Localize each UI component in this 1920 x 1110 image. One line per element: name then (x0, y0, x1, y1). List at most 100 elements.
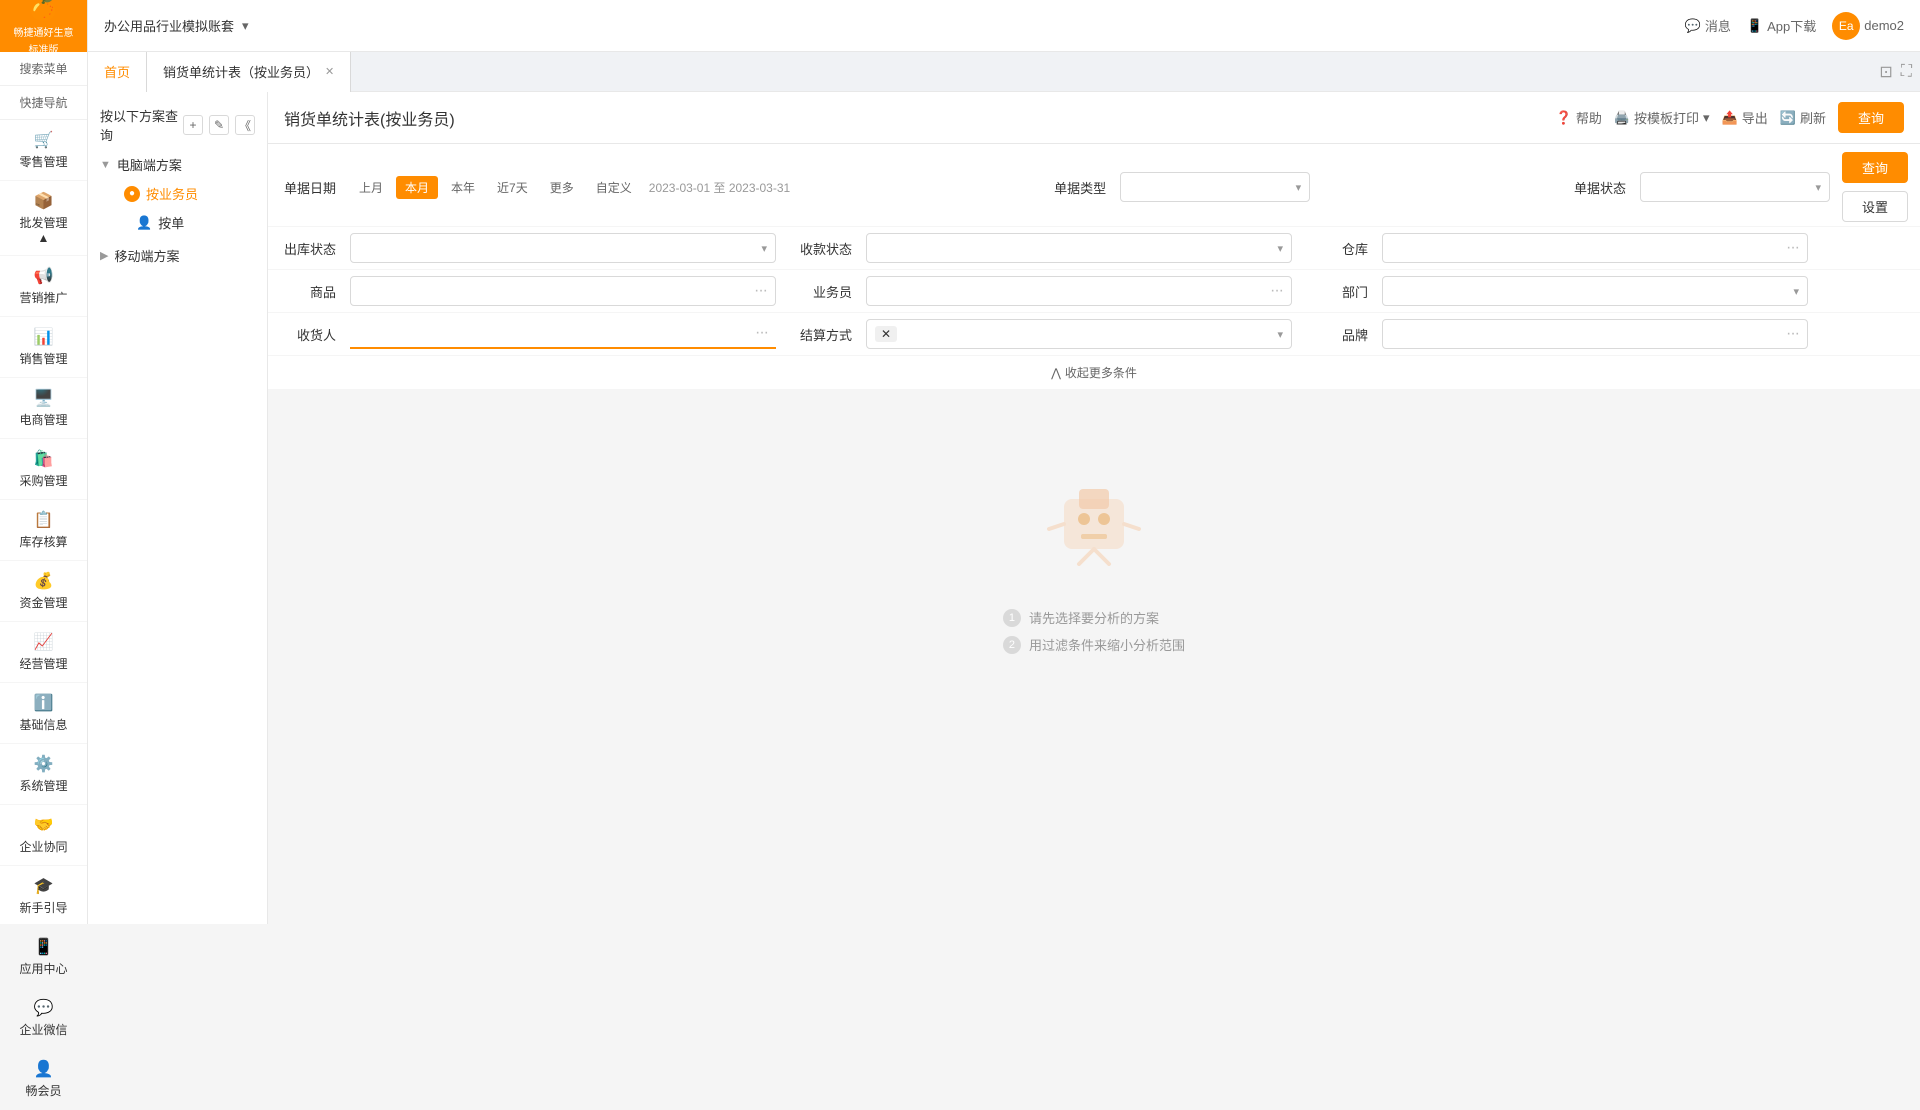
department-input[interactable]: ▾ (1382, 276, 1808, 306)
refresh-btn[interactable]: 🔄 刷新 (1780, 108, 1826, 127)
tabbar: 首页 销货单统计表（按业务员） ✕ ⊡ ⛶ (88, 52, 1920, 92)
sidebar-item-operations[interactable]: 📈 经营管理 (0, 622, 87, 683)
topbar-right: 💬 消息 📱 App下载 Ea demo2 (1685, 12, 1904, 40)
goods-input[interactable]: ··· (350, 276, 776, 306)
salesperson-input[interactable]: ··· (866, 276, 1292, 306)
tab-fullscreen-icon[interactable]: ⛶ (1901, 63, 1912, 81)
newguide-icon: 🎓 (34, 876, 54, 896)
sidebar-item-marketing[interactable]: 📢 营销推广 (0, 256, 87, 317)
tree-mobile-group[interactable]: ▶ 移动端方案 (88, 241, 267, 270)
settlement-tag-x-btn[interactable]: ✕ (881, 327, 891, 341)
settings-button[interactable]: 设置 (1842, 191, 1908, 222)
download-icon: 📱 (1747, 18, 1763, 34)
edit-scheme-btn[interactable]: ✎ (209, 115, 229, 135)
page-title-row: 销货单统计表(按业务员) ❓ 帮助 🖨️ 按模板打印 ▾ 📤 (284, 102, 1904, 133)
stock-status-label: 出库状态 (280, 239, 344, 258)
date-filter: 上月 本月 本年 近7天 更多 自定义 2023-03-01 至 2023-03… (350, 176, 790, 199)
tab-home[interactable]: 首页 (88, 52, 147, 92)
date-last7days[interactable]: 近7天 (488, 176, 537, 199)
template-print-btn[interactable]: 🖨️ 按模板打印 ▾ (1614, 108, 1710, 127)
sidebar-item-finance[interactable]: 💰 资金管理 (0, 561, 87, 622)
receipt-status-chevron: ▾ (1277, 242, 1283, 255)
query-button-right[interactable]: 查询 (1842, 152, 1908, 183)
warehouse-label: 仓库 (1312, 239, 1376, 258)
left-panel-title: 按以下方案查询 + ✎ 《 (88, 100, 267, 150)
sidebar-item-member[interactable]: 👤 畅会员 (0, 1049, 87, 1110)
sidebar-item-ecommerce[interactable]: 🖥️ 电商管理 (0, 378, 87, 439)
collapse-btn[interactable]: ⋀ 收起更多条件 (1051, 364, 1137, 381)
sidebar-item-wholesale[interactable]: 📦 批发管理 ▲ (0, 181, 87, 256)
collapse-panel-btn[interactable]: 《 (235, 115, 255, 135)
sidebar-item-inventory[interactable]: 📋 库存核算 (0, 500, 87, 561)
receiver-ellipsis: ··· (755, 324, 768, 342)
stock-status-chevron: ▾ (761, 242, 767, 255)
active-scheme-icon: ● (124, 186, 140, 202)
doc-type-input[interactable]: ▾ (1120, 172, 1310, 202)
sidebar-item-retail[interactable]: 🛒 零售管理 (0, 120, 87, 181)
topbar-dropdown[interactable]: ▾ (242, 18, 249, 34)
sidebar-item-wxwork[interactable]: 💬 企业微信 (0, 988, 87, 1049)
stock-status-input[interactable]: ▾ (350, 233, 776, 263)
empty-tip-2: 2 用过滤条件来缩小分析范围 (1003, 635, 1185, 654)
user-avatar[interactable]: Ea demo2 (1832, 12, 1904, 40)
doc-status-label: 单据状态 (1570, 178, 1634, 197)
sidebar-item-purchase[interactable]: 🛍️ 采购管理 (0, 439, 87, 500)
print-icon: 🖨️ (1614, 110, 1630, 126)
appcenter-icon: 📱 (34, 937, 54, 957)
brand-input[interactable]: ··· (1382, 319, 1808, 349)
date-this-month[interactable]: 本月 (396, 176, 438, 199)
doc-type-chevron: ▾ (1296, 181, 1302, 194)
sidebar-item-basic-info[interactable]: ℹ️ 基础信息 (0, 683, 87, 744)
tree-desktop-group[interactable]: ▼ 电脑端方案 (88, 150, 267, 179)
basic-info-icon: ℹ️ (34, 693, 54, 713)
sidebar-item-enterprise[interactable]: 🤝 企业协同 (0, 805, 87, 866)
date-range: 2023-03-01 至 2023-03-31 (649, 179, 790, 196)
sidebar-item-appcenter[interactable]: 📱 应用中心 (0, 927, 87, 988)
tab-close-icon[interactable]: ✕ (325, 65, 334, 78)
receipt-status-input[interactable]: ▾ (866, 233, 1292, 263)
tree-item-salesperson[interactable]: ● 按业务员 (88, 179, 267, 208)
sidebar: 🍊 畅捷通好生意 标准版 搜索菜单 快捷导航 🛒 零售管理 📦 批发管理 ▲ 📢… (0, 0, 88, 924)
settlement-input[interactable]: ✕ ▾ (866, 319, 1292, 349)
add-scheme-btn[interactable]: + (183, 115, 203, 135)
content: 按以下方案查询 + ✎ 《 ▼ 电脑端方案 ● 按业务员 👤 按单 (88, 92, 1920, 924)
query-button[interactable]: 查询 (1838, 102, 1904, 133)
date-custom[interactable]: 自定义 (587, 176, 641, 199)
receiver-input[interactable]: ··· (350, 319, 776, 349)
tree-item-byorder[interactable]: 👤 按单 (88, 208, 267, 237)
goods-ellipsis: ··· (754, 282, 767, 300)
operations-icon: 📈 (34, 632, 54, 652)
date-more[interactable]: 更多 (541, 176, 583, 199)
salesperson-label: 业务员 (796, 282, 860, 301)
wholesale-icon: 📦 (34, 191, 54, 211)
empty-tip-1: 1 请先选择要分析的方案 (1003, 608, 1185, 627)
finance-icon: 💰 (34, 571, 54, 591)
sidebar-item-newguide[interactable]: 🎓 新手引导 (0, 866, 87, 927)
marketing-icon: 📢 (34, 266, 54, 286)
sidebar-item-system[interactable]: ⚙️ 系统管理 (0, 744, 87, 805)
help-btn[interactable]: ❓ 帮助 (1556, 108, 1602, 127)
sidebar-logo[interactable]: 🍊 畅捷通好生意 标准版 (0, 0, 87, 52)
topbar-left: 办公用品行业模拟账套 ▾ (104, 16, 249, 35)
app-download-btn[interactable]: 📱 App下载 (1747, 16, 1816, 35)
help-icon: ❓ (1556, 110, 1572, 126)
wxwork-icon: 💬 (34, 998, 54, 1018)
sidebar-item-sales[interactable]: 📊 销售管理 (0, 317, 87, 378)
date-last-month[interactable]: 上月 (350, 176, 392, 199)
warehouse-input[interactable]: ··· (1382, 233, 1808, 263)
tab-restore-icon[interactable]: ⊡ (1879, 62, 1892, 82)
collapse-row: ⋀ 收起更多条件 (268, 356, 1920, 389)
message-btn[interactable]: 💬 消息 (1685, 16, 1731, 35)
date-this-year[interactable]: 本年 (442, 176, 484, 199)
doc-status-input[interactable]: ▾ (1640, 172, 1830, 202)
sidebar-search[interactable]: 搜索菜单 (0, 52, 87, 86)
refresh-icon: 🔄 (1780, 110, 1796, 126)
settlement-chevron: ▾ (1277, 328, 1283, 341)
message-icon: 💬 (1685, 18, 1701, 34)
sidebar-quick-nav[interactable]: 快捷导航 (0, 86, 87, 120)
receiver-label: 收货人 (280, 325, 344, 344)
tab-sales-stat[interactable]: 销货单统计表（按业务员） ✕ (147, 52, 351, 92)
export-btn[interactable]: 📤 导出 (1722, 108, 1768, 127)
inventory-icon: 📋 (34, 510, 54, 530)
page-title: 销货单统计表(按业务员) (284, 106, 455, 130)
